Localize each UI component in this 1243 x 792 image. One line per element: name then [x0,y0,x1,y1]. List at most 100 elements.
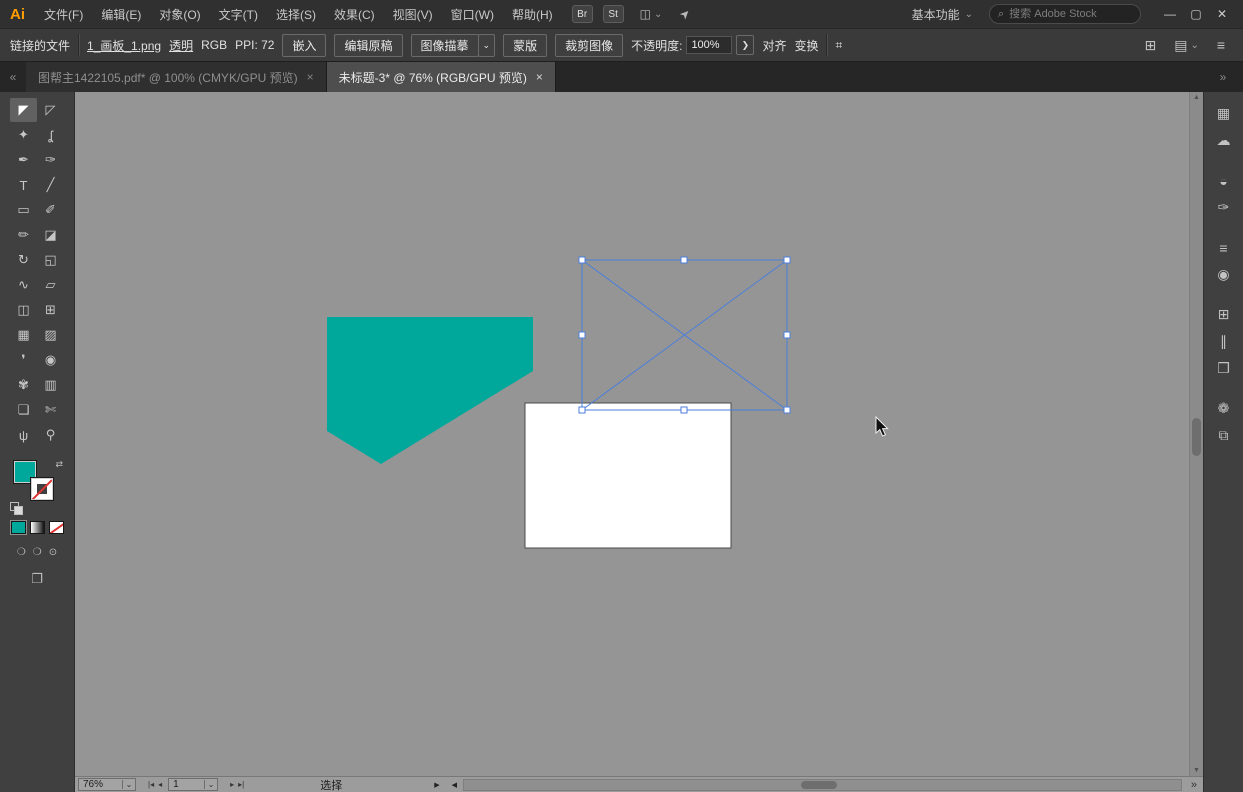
scrollbar-left-arrow-icon[interactable]: ◀ [452,781,457,789]
panel-menu-icon[interactable]: ≡ [1217,37,1225,53]
teal-shape[interactable] [327,317,533,464]
image-trace-button[interactable]: 图像描摹 [410,33,479,57]
linked-file-name[interactable]: 1_画板_1.png [87,37,161,54]
pathfinder-panel-icon[interactable]: ❒ [1204,355,1243,382]
menu-edit[interactable]: 编辑(E) [92,6,150,23]
bridge-button[interactable]: Br [571,5,593,23]
gpu-performance-icon[interactable]: ➤ [677,5,694,22]
slice-tool[interactable]: ✄ [37,398,64,422]
restore-button[interactable]: ▢ [1183,7,1209,21]
gradient-button[interactable] [29,521,45,534]
curvature-tool[interactable]: ✑ [37,148,64,172]
artboards-panel-icon[interactable]: ▦ [1204,100,1243,127]
color-button[interactable] [10,521,26,534]
hand-tool[interactable]: ψ [10,423,37,447]
eyedropper-tool[interactable]: ❜ [10,348,37,372]
artboard-tool[interactable]: ❏ [10,398,37,422]
scale-tool[interactable]: ◱ [37,248,64,272]
color-panel-icon[interactable]: ◒ [1204,167,1243,194]
last-artboard-button[interactable]: ▸| [238,780,244,789]
default-fill-stroke-icon[interactable] [10,502,23,515]
shape-builder-tool[interactable]: ◫ [10,298,37,322]
layers-panel-icon[interactable]: ⧉ [1204,422,1243,449]
collapse-right-dock-icon[interactable]: » [1203,62,1243,92]
type-tool[interactable]: T [10,173,37,197]
horizontal-scroll-thumb[interactable] [800,780,837,789]
rectangle-tool[interactable]: ▭ [10,198,37,222]
horizontal-scrollbar[interactable] [463,778,1182,791]
scroll-down-icon[interactable]: ▼ [1190,767,1203,774]
gradient-panel-icon[interactable]: ◉ [1204,261,1243,288]
draw-behind-icon[interactable]: ❍ [33,547,42,558]
zoom-level-select[interactable]: 76% ⌄ [78,778,136,791]
menu-window[interactable]: 窗口(W) [442,6,503,23]
arrange-documents-icon[interactable]: ◫ ⌄ [640,7,663,21]
minimize-button[interactable]: — [1157,7,1183,21]
width-tool[interactable]: ∿ [10,273,37,297]
column-graph-tool[interactable]: ▥ [37,373,64,397]
status-expand-icon[interactable]: ▶ [434,781,439,789]
opacity-input[interactable] [686,36,733,54]
menu-select[interactable]: 选择(S) [267,6,325,23]
document-tab-1[interactable]: 图帮主1422105.pdf* @ 100% (CMYK/GPU 预览) × [26,62,327,92]
close-button[interactable]: ✕ [1209,7,1235,21]
mask-button[interactable]: 蒙版 [503,33,548,57]
close-tab-icon[interactable]: × [536,70,543,84]
vertical-scroll-thumb[interactable] [1192,418,1201,456]
vertical-scrollbar[interactable]: ▲ ▼ [1189,92,1203,776]
selection-tool[interactable]: ◤ [10,98,37,122]
opacity-expand-button[interactable]: ❯ [736,35,755,55]
gradient-tool[interactable]: ▨ [37,323,64,347]
search-input[interactable] [1009,8,1132,20]
scrollbar-right-arrow-icon[interactable]: » [1188,779,1200,791]
arrange-grid-icon[interactable]: ⊞ [1144,37,1156,54]
align-panel-icon[interactable]: ∥ [1204,328,1243,355]
menu-type[interactable]: 文字(T) [210,6,267,23]
image-trace-preset-button[interactable]: ⌄ [477,33,496,57]
align-link[interactable]: 对齐 [762,37,786,54]
libraries-panel-icon[interactable]: ☁ [1204,127,1243,154]
view-options-icon[interactable]: ▤ ⌄ [1174,37,1199,54]
artboard-select[interactable]: 1 ⌄ [168,778,219,791]
direct-selection-tool[interactable]: ◸ [37,98,64,122]
stroke-color-swatch[interactable] [31,478,53,500]
paintbrush-tool[interactable]: ✐ [37,198,64,222]
transform-link[interactable]: 变换 [794,37,818,54]
magic-wand-tool[interactable]: ✦ [10,123,37,147]
symbol-sprayer-tool[interactable]: ✾ [10,373,37,397]
collapse-left-dock-icon[interactable]: « [0,62,26,92]
scroll-up-icon[interactable]: ▲ [1190,94,1203,101]
stock-button[interactable]: St [602,5,624,23]
workspace-switcher[interactable]: 基本功能 ⌄ [912,6,973,23]
shaper-tool[interactable]: ✏ [10,223,37,247]
eraser-tool[interactable]: ◪ [37,223,64,247]
draw-normal-icon[interactable]: ❍ [17,547,26,558]
white-rectangle[interactable] [524,402,732,549]
close-tab-icon[interactable]: × [307,70,314,84]
blend-tool[interactable]: ◉ [37,348,64,372]
swap-fill-stroke-icon[interactable]: ⇄ [55,459,63,470]
embed-button[interactable]: 嵌入 [282,33,327,57]
artboard-canvas[interactable]: ▲ ▼ [75,92,1203,776]
selection-bounding-box[interactable] [578,256,791,414]
adobe-stock-searchbox[interactable]: ⌕ [989,4,1141,24]
document-tab-2[interactable]: 未标题-3* @ 76% (RGB/GPU 预览) × [326,62,556,92]
transparency-link[interactable]: 透明 [169,37,193,54]
brushes-panel-icon[interactable]: ✑ [1204,194,1243,221]
draw-inside-icon[interactable]: ⊙ [49,547,57,558]
stroke-panel-icon[interactable]: ≡ [1204,234,1243,261]
free-transform-tool[interactable]: ▱ [37,273,64,297]
pen-tool[interactable]: ✒ [10,148,37,172]
mesh-tool[interactable]: ▦ [10,323,37,347]
symbols-panel-icon[interactable]: ❁ [1204,395,1243,422]
line-segment-tool[interactable]: ╱ [37,173,64,197]
rotate-tool[interactable]: ↻ [10,248,37,272]
menu-help[interactable]: 帮助(H) [503,6,562,23]
crop-image-button[interactable]: 裁剪图像 [555,33,624,57]
none-button[interactable] [48,521,64,534]
illustrator-app-icon[interactable]: Ai [0,6,35,23]
next-artboard-button[interactable]: ▸ [230,780,234,789]
menu-object[interactable]: 对象(O) [150,6,209,23]
bounding-box-icon[interactable]: ⌗ [835,38,842,53]
change-screen-mode-icon[interactable]: ❐ [0,571,74,587]
